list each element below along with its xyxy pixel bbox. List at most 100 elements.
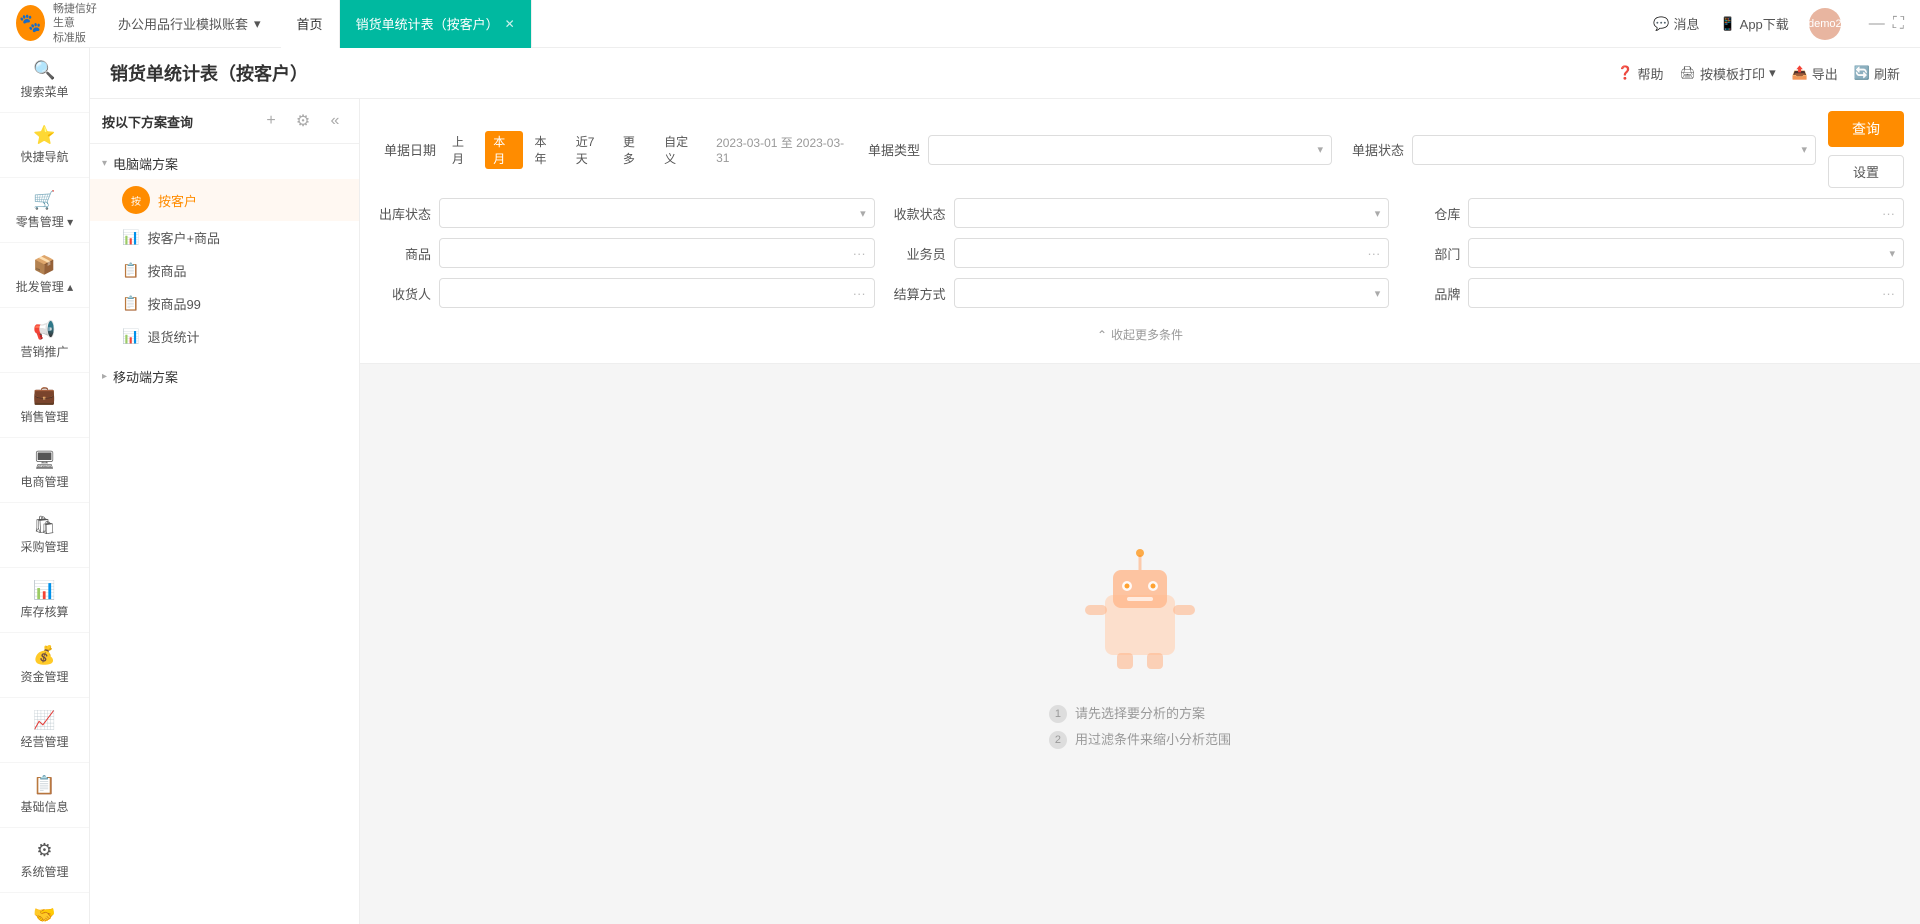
chevron-down-icon: ▾ — [1375, 207, 1381, 220]
salesperson-cell: 业务员 ··· — [891, 238, 1390, 268]
chart2-icon: 📊 — [122, 328, 139, 345]
right-panel: 单据日期 上月 本月 本年 近7天 更多 自定义 2023-03-01 至 20… — [360, 99, 1920, 924]
empty-tip-1: 1 请先选择要分析的方案 — [1049, 701, 1231, 727]
settings-button[interactable]: 设置 — [1828, 155, 1904, 188]
cooperation-icon: 🤝 — [0, 905, 89, 924]
filter-row-4: 收货人 ··· 结算方式 ▾ — [376, 278, 1904, 308]
collapse-panel-btn[interactable]: « — [323, 109, 347, 133]
app-download-btn[interactable]: 📱 App下载 — [1719, 14, 1788, 33]
status-filter-cell: 单据状态 ▾ — [1344, 135, 1816, 165]
filter-row-1: 单据日期 上月 本月 本年 近7天 更多 自定义 2023-03-01 至 20… — [376, 111, 1904, 188]
finance-icon: 💰 — [0, 645, 89, 666]
user-avatar-btn[interactable]: demo2 — [1809, 8, 1841, 40]
tab-close-icon[interactable]: ✕ — [505, 17, 515, 31]
sidebar-item-ecommerce[interactable]: 🖥 电商管理 — [0, 438, 89, 503]
tab-sales-stats[interactable]: 销货单统计表（按客户） ✕ — [340, 0, 532, 48]
export-btn[interactable]: 📤 导出 — [1792, 64, 1838, 83]
sidebar-item-search[interactable]: 🔍 搜索菜单 — [0, 48, 89, 113]
sales-icon: 💼 — [0, 385, 89, 406]
content-area: 销货单统计表（按客户） ❓ 帮助 🖨 按模板打印 ▾ 📤 导出 — [90, 48, 1920, 924]
action-buttons: 查询 设置 — [1828, 111, 1904, 188]
scheme-item-by-customer[interactable]: 按 按客户 — [90, 179, 359, 221]
sidebar-item-cooperation[interactable]: 🤝 企业协同 — [0, 893, 89, 924]
print-btn[interactable]: 🖨 按模板打印 ▾ — [1680, 64, 1776, 83]
type-select[interactable]: ▾ — [928, 135, 1332, 165]
dots-icon[interactable]: ··· — [1882, 286, 1895, 301]
chevron-down-icon: ▾ — [254, 16, 261, 32]
tab-home[interactable]: 首页 — [281, 0, 340, 48]
retail-icon: 🛒 — [0, 190, 89, 211]
query-button[interactable]: 查询 — [1828, 111, 1904, 147]
status-label: 单据状态 — [1344, 140, 1404, 159]
refresh-icon: 🔄 — [1854, 65, 1870, 81]
sidebar-item-business[interactable]: 📈 经营管理 — [0, 698, 89, 763]
settings-scheme-btn[interactable]: ⚙ — [291, 109, 315, 133]
date-tab-custom[interactable]: 自定义 — [656, 131, 704, 169]
outhouse-status-cell: 出库状态 ▾ — [376, 198, 875, 228]
list2-icon: 📋 — [122, 295, 139, 312]
payment-method-label: 结算方式 — [891, 284, 946, 303]
payment-select[interactable]: ▾ — [954, 198, 1390, 228]
scheme-item-by-product[interactable]: 📋 按商品 — [90, 254, 359, 287]
department-select[interactable]: ▾ — [1468, 238, 1904, 268]
sidebar-item-sales[interactable]: 💼 销售管理 — [0, 373, 89, 438]
date-tab-last-month[interactable]: 上月 — [444, 131, 481, 169]
message-btn[interactable]: 💬 消息 — [1653, 14, 1699, 33]
date-tab-7days[interactable]: 近7天 — [568, 131, 611, 169]
sidebar-item-inventory[interactable]: 📊 库存核算 — [0, 568, 89, 633]
sidebar-item-wholesale[interactable]: 📦 批发管理 ▴ — [0, 243, 89, 308]
scheme-item-return-stats[interactable]: 📊 退货统计 — [90, 320, 359, 353]
status-select[interactable]: ▾ — [1412, 135, 1816, 165]
payment-method-cell: 结算方式 ▾ — [891, 278, 1390, 308]
department-cell: 部门 ▾ — [1405, 238, 1904, 268]
message-icon: 💬 — [1653, 16, 1669, 32]
scheme-item-by-product-99[interactable]: 📋 按商品99 — [90, 287, 359, 320]
dots-icon[interactable]: ··· — [853, 286, 866, 301]
dots-icon[interactable]: ··· — [1367, 246, 1380, 261]
help-btn[interactable]: ❓ 帮助 — [1617, 64, 1663, 83]
outhouse-select[interactable]: ▾ — [439, 198, 875, 228]
list-icon: 📋 — [122, 262, 139, 279]
warehouse-input[interactable]: ··· — [1468, 198, 1904, 228]
collapse-btn[interactable]: ⌃ 收起更多条件 — [376, 318, 1904, 351]
refresh-btn[interactable]: 🔄 刷新 — [1854, 64, 1900, 83]
sidebar-item-quick[interactable]: ⭐ 快捷导航 — [0, 113, 89, 178]
product-label: 商品 — [376, 244, 431, 263]
scheme-active-indicator: 按 — [122, 186, 150, 214]
empty-tip-2: 2 用过滤条件来缩小分析范围 — [1049, 727, 1231, 753]
scheme-group-mobile-header[interactable]: ▸ 移动端方案 — [90, 361, 359, 392]
window-controls: — ⛶ — [1869, 15, 1904, 33]
maximize-icon[interactable]: ⛶ — [1893, 15, 1904, 33]
sidebar: 🔍 搜索菜单 ⭐ 快捷导航 🛒 零售管理 ▾ 📦 批发管理 ▴ 📢 营销推广 — [0, 48, 90, 924]
sidebar-item-system[interactable]: ⚙ 系统管理 — [0, 828, 89, 893]
quick-nav-icon: ⭐ — [0, 125, 89, 146]
add-scheme-btn[interactable]: + — [259, 109, 283, 133]
sidebar-item-purchase[interactable]: 🛍 采购管理 — [0, 503, 89, 568]
avatar: demo2 — [1809, 8, 1841, 40]
scheme-item-by-customer-product[interactable]: 📊 按客户+商品 — [90, 221, 359, 254]
date-tab-this-month[interactable]: 本月 — [485, 131, 522, 169]
dots-icon[interactable]: ··· — [853, 246, 866, 261]
outhouse-label: 出库状态 — [376, 204, 431, 223]
export-icon: 📤 — [1792, 65, 1808, 81]
payment-method-select[interactable]: ▾ — [954, 278, 1390, 308]
date-tab-more[interactable]: 更多 — [615, 131, 652, 169]
sidebar-item-basic[interactable]: 📋 基础信息 — [0, 763, 89, 828]
date-tab-this-year[interactable]: 本年 — [527, 131, 564, 169]
receiver-input[interactable]: ··· — [439, 278, 875, 308]
industry-selector[interactable]: 办公用品行业模拟账套 ▾ — [106, 14, 273, 33]
purchase-icon: 🛍 — [0, 515, 89, 536]
ecommerce-icon: 🖥 — [0, 450, 89, 471]
brand-input[interactable]: ··· — [1468, 278, 1904, 308]
sidebar-item-retail[interactable]: 🛒 零售管理 ▾ — [0, 178, 89, 243]
salesperson-input[interactable]: ··· — [954, 238, 1390, 268]
dots-icon[interactable]: ··· — [1882, 206, 1895, 221]
logo-text: 畅捷信好生意 标准版 — [53, 2, 106, 45]
chevron-down-icon: ▾ — [102, 158, 107, 169]
product-input[interactable]: ··· — [439, 238, 875, 268]
sidebar-item-finance[interactable]: 💰 资金管理 — [0, 633, 89, 698]
sidebar-item-marketing[interactable]: 📢 营销推广 — [0, 308, 89, 373]
minimize-icon[interactable]: — — [1869, 15, 1885, 33]
basic-icon: 📋 — [0, 775, 89, 796]
scheme-group-pc-header[interactable]: ▾ 电脑端方案 — [90, 148, 359, 179]
